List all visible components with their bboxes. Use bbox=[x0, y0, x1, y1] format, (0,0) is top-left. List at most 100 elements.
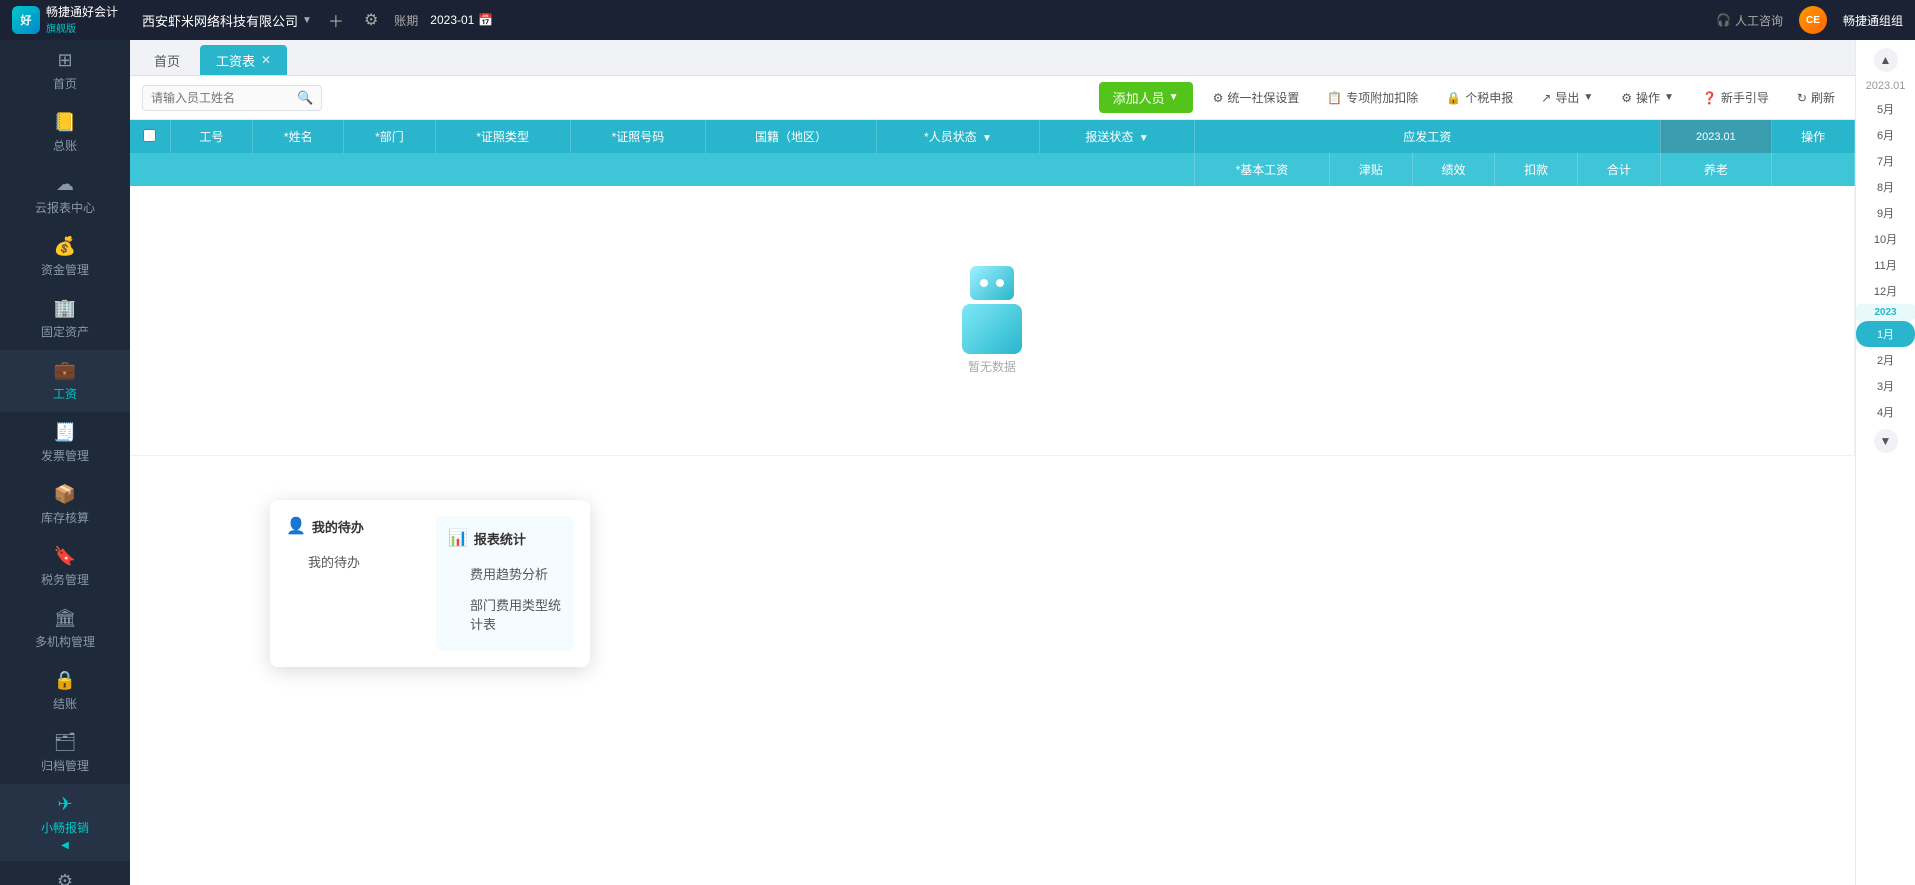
timeline-month-9[interactable]: 9月 bbox=[1856, 200, 1915, 226]
special-deduct-icon: 📋 bbox=[1327, 91, 1342, 105]
archive-icon: 🗂 bbox=[54, 732, 77, 753]
invoice-icon: 🧾 bbox=[54, 422, 76, 443]
status-filter-icon[interactable]: ▼ bbox=[982, 133, 992, 144]
settings-icon[interactable]: ⚙ bbox=[360, 6, 382, 34]
company-name[interactable]: 西安虾米网络科技有限公司 ▼ bbox=[142, 11, 312, 30]
th-name: *姓名 bbox=[253, 120, 344, 153]
sidebar-item-basic[interactable]: ⚙ 基础设置 bbox=[0, 861, 130, 885]
operate-dropdown-icon: ▼ bbox=[1664, 92, 1674, 103]
sidebar-item-home[interactable]: ⊞ 首页 bbox=[0, 40, 130, 102]
operate-btn[interactable]: ⚙ 操作 ▼ bbox=[1613, 85, 1682, 110]
app-sub: 旗舰版 bbox=[46, 20, 118, 35]
cloud-icon: ☁ bbox=[56, 174, 74, 195]
social-security-btn[interactable]: ⚙ 统一社保设置 bbox=[1205, 85, 1308, 110]
sidebar-item-cloud-report[interactable]: ☁ 云报表中心 bbox=[0, 164, 130, 226]
export-dropdown-icon: ▼ bbox=[1583, 92, 1593, 103]
empty-state: 暂无数据 bbox=[130, 186, 1854, 455]
tab-home[interactable]: 首页 bbox=[138, 45, 196, 75]
sidebar-item-archive[interactable]: 🗂 归档管理 bbox=[0, 722, 130, 784]
th-status: *人员状态 ▼ bbox=[876, 120, 1039, 153]
guide-help-icon: ❓ bbox=[1702, 91, 1717, 105]
th-checkbox[interactable] bbox=[130, 120, 170, 153]
sidebar-item-invoice[interactable]: 🧾 发票管理 bbox=[0, 412, 130, 474]
sidebar-item-payroll[interactable]: 💼 工资 bbox=[0, 350, 130, 412]
timeline-month-7[interactable]: 7月 bbox=[1856, 148, 1915, 174]
report-icon: 📊 bbox=[448, 528, 468, 548]
timeline-nav-up[interactable]: ▲ bbox=[1874, 48, 1898, 72]
timeline-header-year: 2023.01 bbox=[1856, 76, 1915, 96]
sidebar-item-close[interactable]: 🔒 结账 bbox=[0, 660, 130, 722]
logo-icon: 好 bbox=[12, 6, 40, 34]
th-deduction: 扣款 bbox=[1495, 153, 1578, 186]
export-icon: ↗ bbox=[1541, 91, 1551, 105]
th-pension: 养老 bbox=[1660, 153, 1772, 186]
period-label: 账期 bbox=[394, 12, 418, 29]
report-section-title: 📊 报表统计 bbox=[448, 528, 562, 548]
select-all-checkbox[interactable] bbox=[143, 129, 156, 142]
empty-robot-illustration bbox=[952, 266, 1032, 346]
headset-icon: 🎧 bbox=[1716, 13, 1731, 27]
timeline-month-3[interactable]: 3月 bbox=[1856, 373, 1915, 399]
popup-item-dept-cost[interactable]: 部门费用类型统计表 bbox=[448, 589, 562, 639]
robot-head bbox=[970, 266, 1014, 300]
timeline-year-2023-label: 2023 bbox=[1856, 304, 1915, 321]
special-deduct-btn[interactable]: 📋 专项附加扣除 bbox=[1319, 85, 1426, 110]
tab-close-btn[interactable]: ✕ bbox=[261, 53, 271, 67]
export-btn[interactable]: ↗ 导出 ▼ bbox=[1533, 85, 1601, 110]
content-area: 首页 工资表 ✕ 🔍 添加人员 ▼ ⚙ 统一社保设置 📋 bbox=[130, 40, 1855, 885]
multi-org-icon: 🏛 bbox=[54, 608, 77, 629]
popup-menu: 👤 我的待办 我的待办 📊 报表统计 费用趋势分析 部门费用类型统计表 bbox=[270, 500, 590, 667]
timeline-month-8[interactable]: 8月 bbox=[1856, 174, 1915, 200]
th-employee-id: 工号 bbox=[170, 120, 253, 153]
th-spacer bbox=[130, 153, 1194, 186]
th-total: 合计 bbox=[1578, 153, 1661, 186]
fixed-assets-icon: 🏢 bbox=[54, 298, 76, 319]
th-sub-actions bbox=[1772, 153, 1855, 186]
sidebar-item-xiao-chang[interactable]: ✈ 小畅报销 ◀ bbox=[0, 784, 130, 861]
popup-item-mytodo[interactable]: 我的待办 bbox=[286, 546, 424, 577]
robot-eye-left bbox=[980, 279, 988, 287]
sidebar: ⊞ 首页 📒 总账 ☁ 云报表中心 💰 资金管理 🏢 固定资产 💼 工资 🧾 发… bbox=[0, 40, 130, 885]
timeline-month-5[interactable]: 5月 bbox=[1856, 96, 1915, 122]
popup-section-todo: 👤 我的待办 我的待办 bbox=[286, 516, 424, 651]
empty-cell: 暂无数据 bbox=[130, 186, 1855, 456]
todo-icon: 👤 bbox=[286, 516, 306, 536]
sidebar-item-fund[interactable]: 💰 资金管理 bbox=[0, 226, 130, 288]
timeline-month-2[interactable]: 2月 bbox=[1856, 347, 1915, 373]
sidebar-item-ledger[interactable]: 📒 总账 bbox=[0, 102, 130, 164]
th-salary-group: 应发工资 bbox=[1194, 120, 1660, 153]
search-icon[interactable]: 🔍 bbox=[297, 90, 313, 106]
timeline-month-10[interactable]: 10月 bbox=[1856, 226, 1915, 252]
tab-payroll[interactable]: 工资表 ✕ bbox=[200, 45, 287, 75]
top-header: 好 畅捷通好会计 旗舰版 西安虾米网络科技有限公司 ▼ ＋ ⚙ 账期 2023-… bbox=[0, 0, 1915, 40]
sidebar-item-inventory[interactable]: 📦 库存核算 bbox=[0, 474, 130, 536]
sidebar-item-multi-org[interactable]: 🏛 多机构管理 bbox=[0, 598, 130, 660]
guide-btn[interactable]: ❓ 新手引导 bbox=[1694, 85, 1777, 110]
tax-declare-btn[interactable]: 🔒 个税申报 bbox=[1438, 85, 1521, 110]
payroll-table: 工号 *姓名 *部门 *证照类型 *证照号码 国籍（地区） *人员状态 ▼ 报送… bbox=[130, 120, 1855, 456]
sidebar-item-fixed-assets[interactable]: 🏢 固定资产 bbox=[0, 288, 130, 350]
search-input[interactable] bbox=[151, 91, 291, 105]
fund-icon: 💰 bbox=[54, 236, 76, 257]
timeline-nav-down[interactable]: ▼ bbox=[1874, 429, 1898, 453]
popup-item-cost-trend[interactable]: 费用趋势分析 bbox=[448, 558, 562, 589]
add-dropdown-arrow: ▼ bbox=[1169, 92, 1179, 103]
user-avatar: CE bbox=[1799, 6, 1827, 34]
user-name[interactable]: 畅捷通组组 bbox=[1843, 12, 1903, 29]
service-btn[interactable]: 🎧 人工咨询 bbox=[1716, 12, 1783, 29]
sidebar-item-tax[interactable]: 🔖 税务管理 bbox=[0, 536, 130, 598]
add-company-btn[interactable]: ＋ bbox=[324, 4, 348, 36]
period-value[interactable]: 2023-01 📅 bbox=[430, 13, 493, 27]
add-person-btn[interactable]: 添加人员 ▼ bbox=[1099, 82, 1193, 113]
logo-text-block: 畅捷通好会计 旗舰版 bbox=[46, 5, 118, 34]
timeline-month-11[interactable]: 11月 bbox=[1856, 252, 1915, 278]
report-filter-icon[interactable]: ▼ bbox=[1139, 133, 1149, 144]
refresh-btn[interactable]: ↻ 刷新 bbox=[1789, 85, 1843, 110]
timeline-month-4[interactable]: 4月 bbox=[1856, 399, 1915, 425]
close-accounts-icon: 🔒 bbox=[54, 670, 76, 691]
timeline-month-12[interactable]: 12月 bbox=[1856, 278, 1915, 304]
timeline-month-1-active[interactable]: 1月 bbox=[1856, 321, 1915, 347]
tab-bar: 首页 工资表 ✕ bbox=[130, 40, 1855, 76]
company-dropdown-icon: ▼ bbox=[302, 15, 312, 26]
timeline-month-6[interactable]: 6月 bbox=[1856, 122, 1915, 148]
